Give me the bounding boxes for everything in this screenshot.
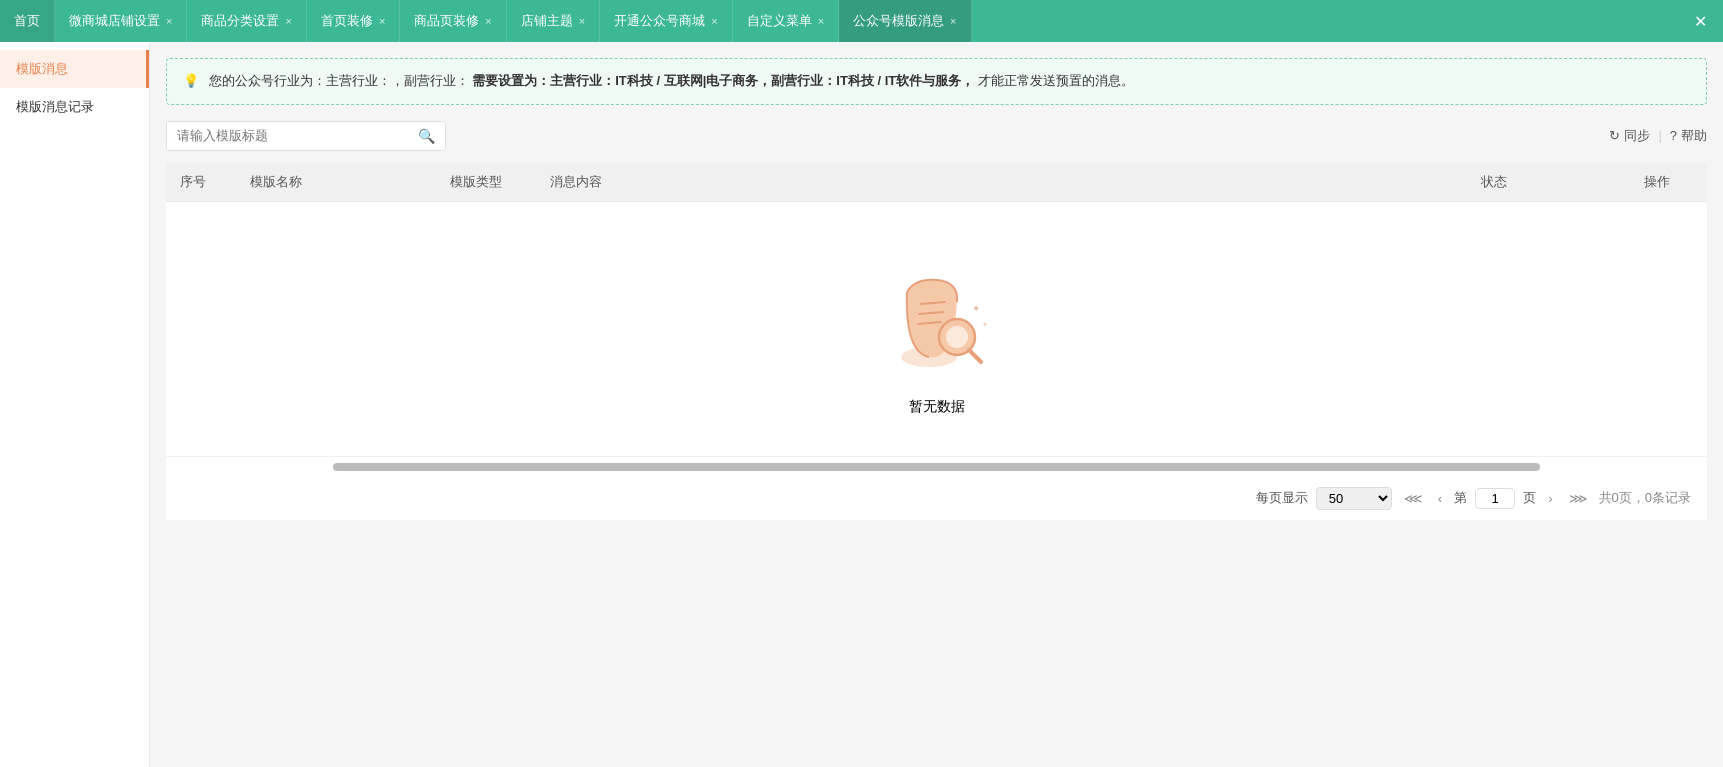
nav-tab-micro-shop-close[interactable]: ×	[166, 15, 172, 27]
nav-tab-product-decor-close[interactable]: ×	[485, 15, 491, 27]
empty-state: ✦ ✦ 暂无数据	[166, 202, 1707, 456]
nav-tab-shop-theme[interactable]: 店铺主题 ×	[507, 0, 600, 42]
col-content: 消息内容	[536, 163, 1467, 202]
toolbar-divider: |	[1658, 128, 1661, 143]
page-size-label: 每页显示	[1256, 489, 1308, 507]
svg-text:✦: ✦	[972, 303, 980, 314]
sync-label: 同步	[1624, 127, 1650, 145]
prev-page-button[interactable]: ‹	[1434, 489, 1446, 508]
nav-tab-template-msg-close[interactable]: ×	[950, 15, 956, 27]
help-label: 帮助	[1681, 127, 1707, 145]
page-size-select[interactable]: 10 20 50 100	[1316, 487, 1392, 510]
table-header: 序号 模版名称 模版类型 消息内容 状态 操作	[166, 163, 1707, 202]
col-seq: 序号	[166, 163, 236, 202]
help-icon: ?	[1670, 128, 1677, 143]
help-button[interactable]: ? 帮助	[1670, 127, 1707, 145]
nav-tab-template-msg[interactable]: 公众号模版消息 ×	[839, 0, 971, 42]
svg-point-5	[946, 326, 968, 348]
nav-tab-micro-shop-label: 微商城店铺设置	[69, 12, 160, 30]
empty-text: 暂无数据	[909, 398, 965, 416]
nav-tab-product-category-close[interactable]: ×	[285, 15, 291, 27]
notice-text-suffix: 才能正常发送预置的消息。	[978, 73, 1134, 88]
notice-text-prefix: 您的公众号行业为：主营行业：，副营行业：	[209, 73, 469, 88]
nav-tab-template-msg-label: 公众号模版消息	[853, 12, 944, 30]
sidebar: 模版消息 模版消息记录	[0, 42, 150, 767]
nav-tab-home-decor-label: 首页装修	[321, 12, 373, 30]
nav-tab-shop-theme-close[interactable]: ×	[579, 15, 585, 27]
sidebar-item-template-msg-log-label: 模版消息记录	[16, 99, 94, 114]
nav-tab-open-shop[interactable]: 开通公众号商城 ×	[600, 0, 732, 42]
bulb-icon: 💡	[183, 73, 199, 88]
nav-tab-home-label: 首页	[14, 12, 40, 30]
col-status: 状态	[1467, 163, 1607, 202]
table-wrapper: 序号 模版名称 模版类型 消息内容 状态 操作	[166, 163, 1707, 477]
pagination-bar: 每页显示 10 20 50 100 ⋘ ‹ 第 页 › ⋙ 共0页，0条记录	[166, 477, 1707, 520]
pagination-summary: 共0页，0条记录	[1599, 489, 1691, 507]
page-input[interactable]	[1475, 488, 1515, 509]
page-label-suffix: 页	[1523, 489, 1536, 507]
nav-tab-home[interactable]: 首页	[0, 0, 55, 42]
nav-tab-shop-theme-label: 店铺主题	[521, 12, 573, 30]
data-table: 序号 模版名称 模版类型 消息内容 状态 操作	[166, 163, 1707, 202]
first-page-button[interactable]: ⋘	[1400, 489, 1426, 508]
search-bar-area: 🔍 ↻ 同步 | ? 帮助	[166, 121, 1707, 151]
content-area: 💡 您的公众号行业为：主营行业：，副营行业： 需要设置为：主营行业：IT科技 /…	[150, 42, 1723, 767]
sync-icon: ↻	[1609, 128, 1620, 143]
window-close-button[interactable]: ✕	[1678, 0, 1723, 42]
svg-line-6	[969, 350, 981, 362]
last-page-button[interactable]: ⋙	[1565, 489, 1591, 508]
toolbar-right: ↻ 同步 | ? 帮助	[1609, 127, 1707, 145]
next-page-button[interactable]: ›	[1544, 489, 1556, 508]
sidebar-item-template-msg-log[interactable]: 模版消息记录	[0, 88, 149, 126]
col-type: 模版类型	[436, 163, 536, 202]
nav-tab-product-category-label: 商品分类设置	[201, 12, 279, 30]
nav-tab-product-category[interactable]: 商品分类设置 ×	[187, 0, 306, 42]
nav-tab-product-decor[interactable]: 商品页装修 ×	[400, 0, 506, 42]
search-input-wrap: 🔍	[166, 121, 446, 151]
col-name: 模版名称	[236, 163, 436, 202]
col-action: 操作	[1607, 163, 1707, 202]
empty-illustration: ✦ ✦	[877, 262, 997, 382]
nav-tab-product-decor-label: 商品页装修	[414, 12, 479, 30]
notice-highlight: 需要设置为：主营行业：IT科技 / 互联网|电子商务，副营行业：IT科技 / I…	[472, 73, 974, 88]
scroll-handle[interactable]	[333, 463, 1540, 471]
main-layout: 模版消息 模版消息记录 💡 您的公众号行业为：主营行业：，副营行业： 需要设置为…	[0, 42, 1723, 767]
nav-tab-custom-menu-close[interactable]: ×	[818, 15, 824, 27]
search-input[interactable]	[167, 122, 408, 149]
svg-text:✦: ✦	[982, 321, 988, 328]
nav-tab-home-decor[interactable]: 首页装修 ×	[307, 0, 400, 42]
nav-tab-custom-menu-label: 自定义菜单	[747, 12, 812, 30]
sidebar-item-template-msg[interactable]: 模版消息	[0, 50, 149, 88]
nav-tab-open-shop-label: 开通公众号商城	[614, 12, 705, 30]
nav-tab-open-shop-close[interactable]: ×	[711, 15, 717, 27]
sidebar-item-template-msg-label: 模版消息	[16, 61, 68, 76]
search-button[interactable]: 🔍	[408, 122, 445, 150]
scrollbar-area	[166, 456, 1707, 477]
top-nav: 首页 微商城店铺设置 × 商品分类设置 × 首页装修 × 商品页装修 × 店铺主…	[0, 0, 1723, 42]
page-label-prefix: 第	[1454, 489, 1467, 507]
nav-tab-home-decor-close[interactable]: ×	[379, 15, 385, 27]
sync-button[interactable]: ↻ 同步	[1609, 127, 1650, 145]
notice-banner: 💡 您的公众号行业为：主营行业：，副营行业： 需要设置为：主营行业：IT科技 /…	[166, 58, 1707, 105]
nav-tab-micro-shop[interactable]: 微商城店铺设置 ×	[55, 0, 187, 42]
nav-tab-custom-menu[interactable]: 自定义菜单 ×	[733, 0, 839, 42]
